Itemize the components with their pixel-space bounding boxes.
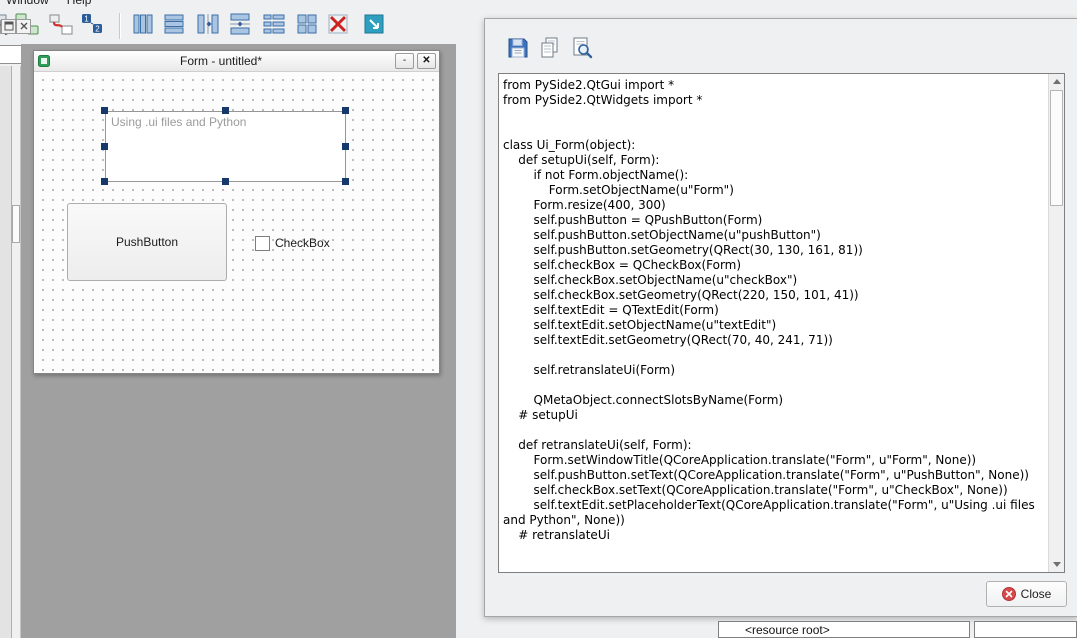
lay-out-horizontally-icon (131, 12, 155, 41)
checkbox-widget[interactable]: CheckBox (255, 233, 330, 253)
adjust-size-icon (362, 12, 386, 41)
lay-out-in-form-layout-icon (262, 12, 286, 41)
edit-buddies-button[interactable] (48, 13, 74, 39)
arrow-up-icon (1053, 79, 1061, 84)
selection-handle[interactable] (101, 143, 108, 150)
save-icon (506, 36, 530, 65)
code-vertical-scrollbar[interactable] (1048, 74, 1064, 572)
generated-code[interactable]: from PySide2.QtGui import * from PySide2… (499, 74, 1049, 572)
form-window-icon (38, 55, 50, 67)
copy-all-button[interactable] (537, 37, 563, 63)
lay-out-in-grid-icon (295, 12, 319, 41)
dock-close-icon (19, 18, 29, 36)
selection-handle[interactable] (222, 107, 229, 114)
left-dock-scrollbar-thumb[interactable] (12, 205, 20, 243)
scroll-up-button[interactable] (1049, 74, 1064, 89)
lay-out-in-grid-button[interactable] (294, 13, 320, 39)
menu-help[interactable]: Help (67, 0, 92, 7)
find-icon (570, 36, 594, 65)
adjust-size-button[interactable] (361, 13, 387, 39)
menu-window[interactable]: Window (6, 0, 49, 7)
selection-handle[interactable] (342, 178, 349, 185)
lay-out-horizontally-button[interactable] (130, 13, 156, 39)
scroll-down-button[interactable] (1049, 557, 1064, 572)
edit-tab-order-button[interactable]: 12 (80, 13, 106, 39)
textedit-widget[interactable]: Using .ui files and Python (105, 111, 346, 182)
svg-text:1: 1 (84, 14, 89, 23)
svg-text:2: 2 (95, 24, 100, 33)
application-window: Window Help 12 (0, 0, 1077, 638)
selection-handle[interactable] (342, 143, 349, 150)
left-dock-scrollbar[interactable] (12, 66, 21, 638)
lay-out-horizontally-in-splitter-icon (196, 12, 220, 41)
edit-buddies-icon (49, 12, 73, 41)
close-button[interactable]: Close (986, 581, 1067, 607)
form-designer-window: Form - untitled* - ✕ Using .ui files and… (33, 50, 440, 374)
lay-out-in-form-layout-button[interactable] (261, 13, 287, 39)
dock-float-icon (4, 18, 14, 36)
selection-handle[interactable] (101, 178, 108, 185)
copy-icon (538, 36, 562, 65)
lay-out-horizontally-in-splitter-button[interactable] (195, 13, 221, 39)
save-button[interactable] (505, 37, 531, 63)
close-dialog-icon (1002, 587, 1016, 601)
find-button[interactable] (569, 37, 595, 63)
left-dock-panel (0, 66, 12, 638)
menu-bar: Window Help (0, 0, 1077, 8)
toolbar-separator (119, 13, 121, 39)
form-minimize-button[interactable]: - (395, 53, 414, 69)
break-layout-button[interactable] (325, 13, 351, 39)
lay-out-vertically-button[interactable] (161, 13, 187, 39)
textedit-placeholder: Using .ui files and Python (106, 112, 345, 132)
code-preview-dialog: from PySide2.QtGui import * from PySide2… (484, 18, 1077, 617)
resource-root-item[interactable]: <resource root> (718, 621, 970, 638)
resource-panel-cell[interactable] (974, 621, 1077, 638)
lay-out-vertically-in-splitter-button[interactable] (227, 13, 253, 39)
form-window-titlebar[interactable]: Form - untitled* - ✕ (34, 51, 439, 72)
edit-tab-order-icon: 12 (81, 12, 105, 41)
checkbox-label: CheckBox (275, 236, 330, 250)
break-layout-icon (326, 12, 350, 41)
selection-handle[interactable] (342, 107, 349, 114)
scrollbar-thumb[interactable] (1050, 90, 1063, 206)
arrow-down-icon (1053, 562, 1061, 567)
form-window-title: Form - untitled* (50, 54, 392, 68)
checkbox-indicator[interactable] (255, 236, 270, 251)
selection-handle[interactable] (222, 178, 229, 185)
form-close-button[interactable]: ✕ (417, 53, 436, 69)
dock-float-button[interactable] (1, 19, 16, 34)
pushbutton-widget[interactable]: PushButton (67, 203, 227, 281)
lay-out-vertically-in-splitter-icon (228, 12, 252, 41)
dock-close-button[interactable] (16, 19, 31, 34)
form-canvas[interactable]: Using .ui files and Python PushButton Ch… (34, 72, 439, 372)
code-view[interactable]: from PySide2.QtGui import * from PySide2… (498, 73, 1065, 573)
selection-handle[interactable] (101, 107, 108, 114)
lay-out-vertically-icon (162, 12, 186, 41)
close-button-label: Close (1021, 587, 1052, 601)
